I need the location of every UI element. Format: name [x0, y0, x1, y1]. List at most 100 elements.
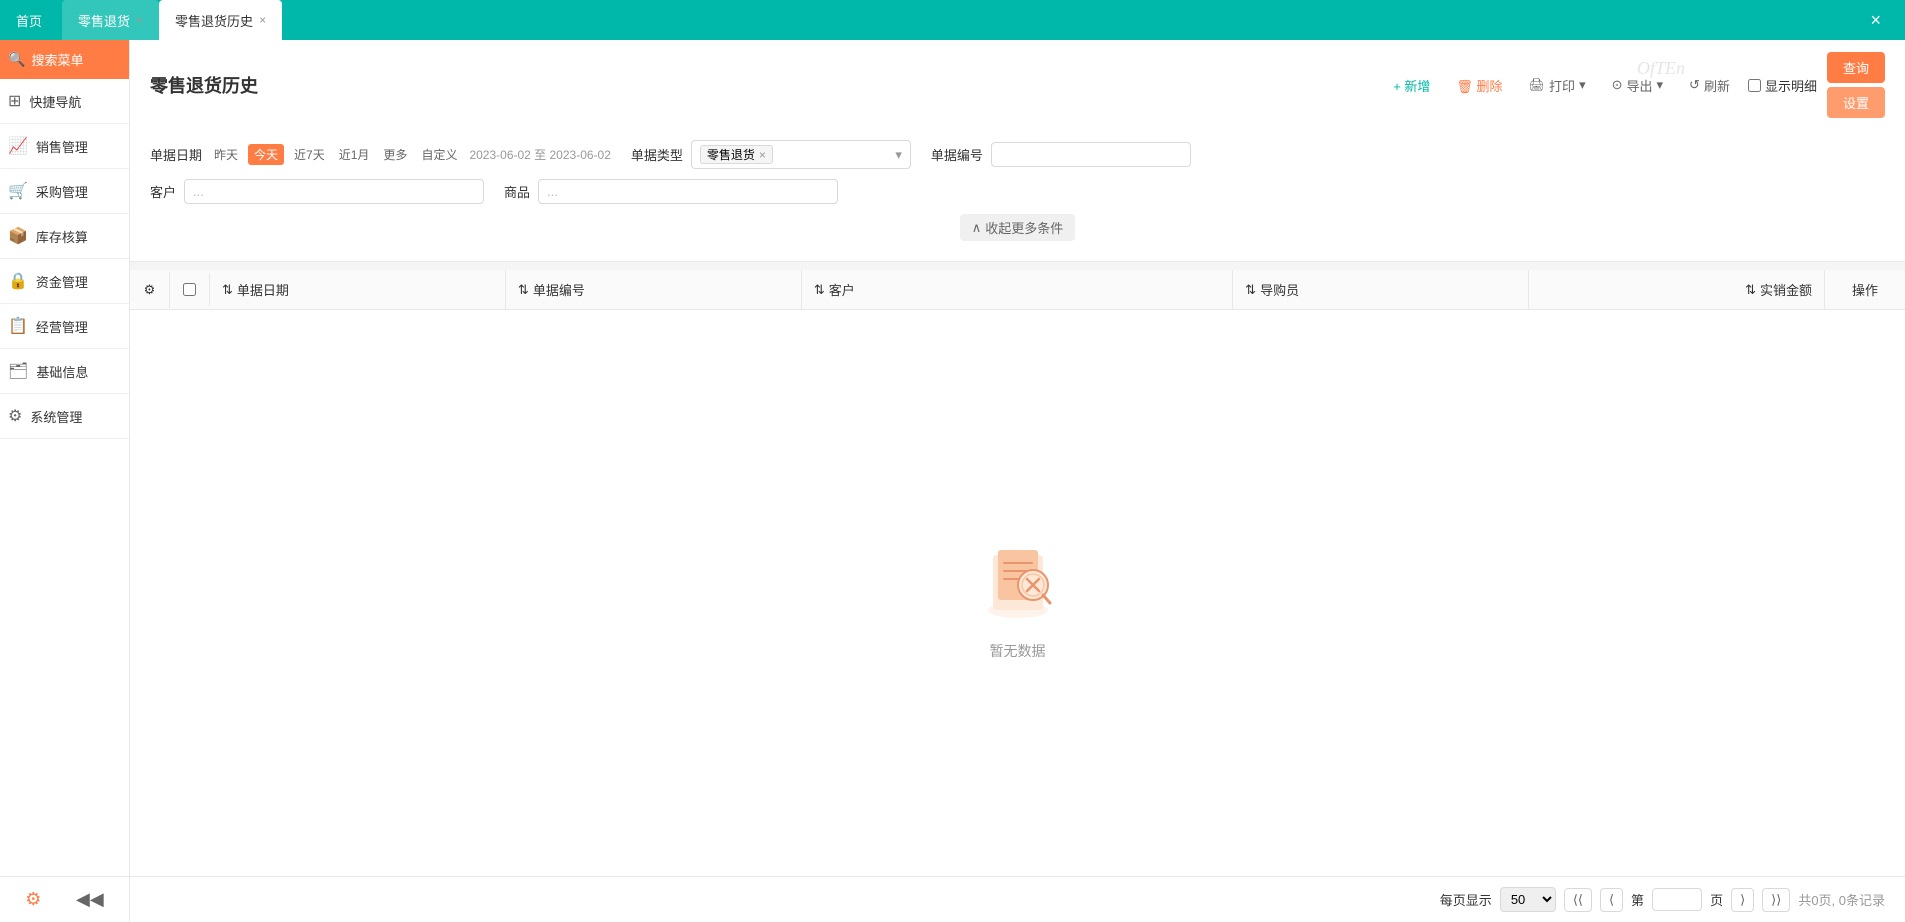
type-select-arrow: ▾: [895, 147, 902, 163]
purchase-icon: 🛒: [8, 181, 28, 201]
customer-filter-input[interactable]: ...: [184, 179, 484, 204]
type-tag-close[interactable]: ×: [759, 148, 766, 162]
sidebar-bottom: ⚙ ◀◀: [0, 876, 129, 922]
date-filter-item: 单据日期 昨天 今天 近7天 近1月 更多 自定义 2023-06-02 至 2…: [150, 144, 611, 165]
tab-retail-return-history-close[interactable]: ×: [259, 13, 266, 27]
th-date[interactable]: ⇅ 单据日期: [210, 270, 506, 309]
quick-nav-icon: ⊞: [8, 91, 21, 111]
print-button[interactable]: 🖨 打印 ▾: [1521, 72, 1594, 99]
goods-filter-label: 商品: [504, 182, 530, 201]
date-btn-more[interactable]: 更多: [379, 144, 411, 165]
th-number-label: 单据编号: [533, 280, 585, 299]
show-detail-label: 显示明细: [1765, 76, 1817, 95]
export-label: 导出: [1627, 76, 1653, 95]
next-page-button[interactable]: ⟩: [1731, 888, 1754, 912]
th-action-label: 操作: [1852, 280, 1878, 299]
show-detail-checkbox-label[interactable]: 显示明细: [1748, 76, 1817, 95]
date-btn-7days[interactable]: 近7天: [290, 144, 329, 165]
sidebar-item-quick-nav-label: 快捷导航: [29, 92, 81, 111]
page-header: 零售退货历史 + 新增 🗑 删除 🖨 打印 ▾ ⊙ 导出 ▾: [130, 40, 1905, 262]
filter-area: 单据日期 昨天 今天 近7天 近1月 更多 自定义 2023-06-02 至 2…: [150, 130, 1885, 261]
collapse-icon: ∧: [972, 220, 982, 236]
th-checkbox[interactable]: [170, 273, 210, 306]
goods-filter-input[interactable]: ...: [538, 179, 838, 204]
th-amount[interactable]: ⇅ 实销金额: [1529, 270, 1825, 309]
inventory-icon: 📦: [8, 226, 28, 246]
sidebar-item-finance[interactable]: 🔒 资金管理: [0, 259, 129, 304]
sidebar-item-system[interactable]: ⚙ 系统管理: [0, 394, 129, 439]
tab-home-label: 首页: [16, 11, 42, 30]
page-unit: 页: [1710, 890, 1723, 909]
empty-text: 暂无数据: [990, 641, 1046, 661]
date-filters: 昨天 今天 近7天 近1月 更多 自定义: [210, 144, 461, 165]
first-page-button[interactable]: ⟨⟨: [1564, 888, 1592, 912]
per-page-label: 每页显示: [1440, 890, 1492, 909]
sidebar-item-system-label: 系统管理: [30, 407, 82, 426]
select-all-checkbox[interactable]: [183, 283, 196, 296]
show-detail-checkbox[interactable]: [1748, 79, 1761, 92]
filter-row-2: 客户 ... 商品 ...: [150, 179, 1885, 204]
sidebar-item-purchase[interactable]: 🛒 采购管理: [0, 169, 129, 214]
print-icon: 🖨: [1529, 77, 1546, 93]
date-btn-custom[interactable]: 自定义: [417, 144, 461, 165]
tab-retail-return[interactable]: 零售退货 ×: [62, 0, 159, 40]
customer-filter-label: 客户: [150, 182, 176, 201]
th-customer[interactable]: ⇅ 客户: [802, 270, 1233, 309]
tab-retail-return-history-label: 零售退货历史: [175, 11, 253, 30]
date-filter-label: 单据日期: [150, 145, 202, 164]
date-btn-1month[interactable]: 近1月: [335, 144, 374, 165]
sidebar-item-purchase-label: 采购管理: [36, 182, 88, 201]
settings-bottom-icon[interactable]: ⚙: [25, 889, 41, 910]
tab-home[interactable]: 首页: [0, 0, 58, 40]
type-filter-label: 单据类型: [631, 145, 683, 164]
last-page-button[interactable]: ⟩⟩: [1762, 888, 1790, 912]
operations-icon: 📋: [8, 316, 28, 336]
page-title: 零售退货历史: [150, 72, 258, 98]
sidebar-item-finance-label: 资金管理: [36, 272, 88, 291]
goods-filter-item: 商品 ...: [504, 179, 838, 204]
date-btn-today[interactable]: 今天: [248, 144, 284, 165]
audio-bottom-icon[interactable]: ◀◀: [76, 889, 104, 910]
empty-illustration: [968, 525, 1068, 625]
query-button[interactable]: 查询: [1827, 52, 1885, 83]
tab-retail-return-history[interactable]: 零售退货历史 ×: [159, 0, 282, 40]
sidebar-item-inventory[interactable]: 📦 库存核算: [0, 214, 129, 259]
th-date-label: 单据日期: [237, 280, 289, 299]
page-title-row: 零售退货历史 + 新增 🗑 删除 🖨 打印 ▾ ⊙ 导出 ▾: [150, 52, 1885, 118]
delete-button[interactable]: 🗑 删除: [1448, 72, 1510, 99]
th-guide[interactable]: ⇅ 导购员: [1233, 270, 1529, 309]
collapse-button[interactable]: ∧ 收起更多条件: [960, 214, 1076, 241]
sidebar-item-inventory-label: 库存核算: [36, 227, 88, 246]
sidebar-item-sales[interactable]: 📈 销售管理: [0, 124, 129, 169]
page-label: 第: [1631, 890, 1644, 909]
settings-button[interactable]: 设置: [1827, 87, 1885, 118]
date-btn-yesterday[interactable]: 昨天: [210, 144, 242, 165]
goods-placeholder: ...: [547, 184, 558, 199]
sidebar-search[interactable]: 🔍 搜索菜单: [0, 40, 129, 79]
th-amount-label: 实销金额: [1760, 280, 1812, 299]
sidebar-item-operations[interactable]: 📋 经营管理: [0, 304, 129, 349]
sidebar-item-quick-nav[interactable]: ⊞ 快捷导航: [0, 79, 129, 124]
export-button[interactable]: ⊙ 导出 ▾: [1604, 72, 1671, 99]
table-header: ⚙ ⇅ 单据日期 ⇅ 单据编号 ⇅ 客户 ⇅: [130, 270, 1905, 310]
refresh-button[interactable]: ↺ 刷新: [1681, 72, 1738, 99]
table-area: ⚙ ⇅ 单据日期 ⇅ 单据编号 ⇅ 客户 ⇅: [130, 270, 1905, 876]
sidebar-search-label: 搜索菜单: [31, 50, 83, 69]
top-nav: 首页 零售退货 × 零售退货历史 × ×: [0, 0, 1905, 40]
type-tag-text: 零售退货: [707, 146, 755, 163]
sidebar-item-basic-info[interactable]: 🗂 基础信息: [0, 349, 129, 394]
tab-retail-return-close[interactable]: ×: [136, 13, 143, 27]
sort-number-icon: ⇅: [518, 282, 529, 298]
print-arrow-icon: ▾: [1579, 77, 1586, 93]
page-number-input[interactable]: 1: [1652, 888, 1702, 911]
type-filter-select[interactable]: 零售退货 × ▾: [691, 140, 911, 169]
sales-icon: 📈: [8, 136, 28, 156]
add-button[interactable]: + 新增: [1385, 72, 1438, 99]
prev-page-button[interactable]: ⟨: [1600, 888, 1623, 912]
th-settings[interactable]: ⚙: [130, 272, 170, 308]
refresh-label: 刷新: [1704, 76, 1730, 95]
th-number[interactable]: ⇅ 单据编号: [506, 270, 802, 309]
number-filter-input[interactable]: [991, 142, 1191, 167]
per-page-select[interactable]: 50 10 20 100: [1500, 887, 1556, 912]
window-close-button[interactable]: ×: [1862, 10, 1889, 31]
